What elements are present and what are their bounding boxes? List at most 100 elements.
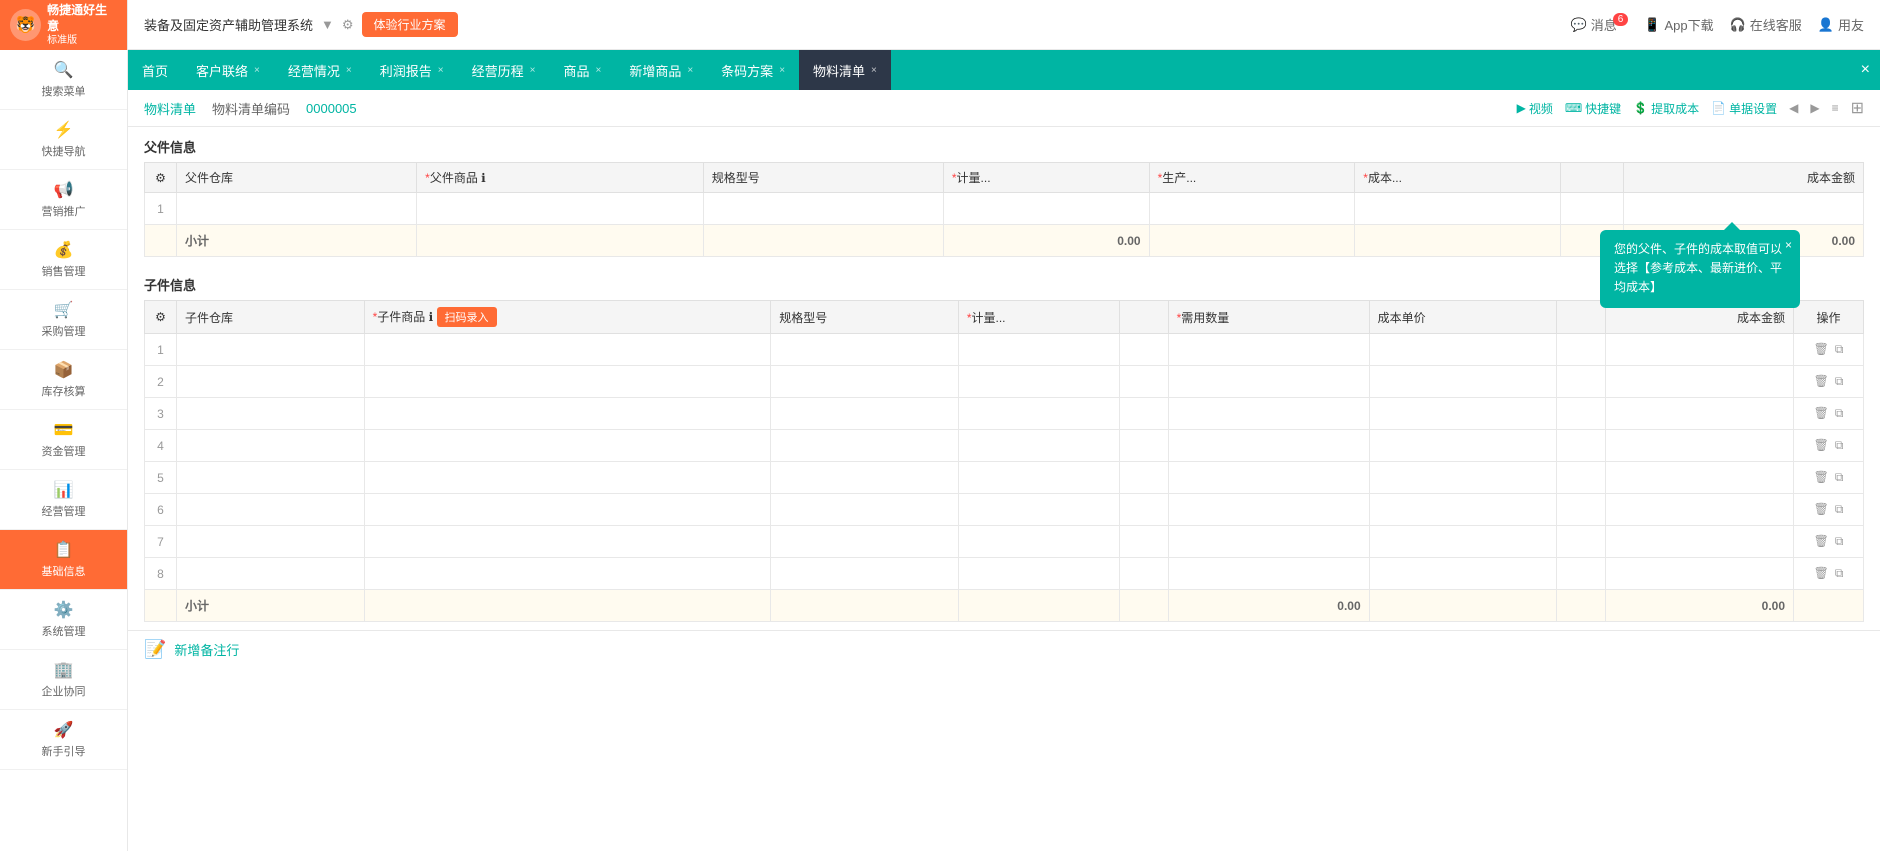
user-group[interactable]: 👤 用友 [1818, 15, 1864, 34]
child-th-gear[interactable]: ⚙ [145, 301, 177, 334]
child-cell-needed-4[interactable] [1168, 430, 1369, 462]
child-cell-cost-amount-2[interactable] [1606, 366, 1794, 398]
child-cell-unit-cost-4[interactable] [1369, 430, 1557, 462]
child-cell-unit-cost-6[interactable] [1369, 494, 1557, 526]
delete-icon-4[interactable]: 🗑 [1814, 438, 1829, 453]
copy-icon-4[interactable]: ⧉ [1835, 438, 1844, 453]
child-cell-warehouse-3[interactable] [177, 398, 365, 430]
child-cell-qty-7[interactable] [958, 526, 1119, 558]
child-cell-unit-cost-3[interactable] [1369, 398, 1557, 430]
child-cell-warehouse-6[interactable] [177, 494, 365, 526]
add-note-label[interactable]: 新增备注行 [174, 640, 239, 659]
dropdown-arrow[interactable]: ▼ [321, 17, 334, 32]
sidebar-item-finance[interactable]: 💳 资金管理 [0, 410, 127, 470]
sidebar-item-guide[interactable]: 🚀 新手引导 [0, 710, 127, 770]
child-cell-product-4[interactable] [364, 430, 771, 462]
child-cell-cost-amount-3[interactable] [1606, 398, 1794, 430]
trial-button[interactable]: 体验行业方案 [362, 12, 458, 37]
child-cell-product-3[interactable] [364, 398, 771, 430]
delete-icon-2[interactable]: 🗑 [1814, 374, 1829, 389]
delete-icon-7[interactable]: 🗑 [1814, 534, 1829, 549]
sidebar-item-inventory[interactable]: 📦 库存核算 [0, 350, 127, 410]
child-cell-warehouse-2[interactable] [177, 366, 365, 398]
child-cell-product-8[interactable] [364, 558, 771, 590]
nav-prev[interactable]: ◀ [1789, 101, 1798, 115]
tooltip-close[interactable]: × [1785, 236, 1792, 255]
tab-profit[interactable]: 利润报告 × [366, 50, 458, 90]
child-cell-qty-3[interactable] [958, 398, 1119, 430]
child-cell-needed-5[interactable] [1168, 462, 1369, 494]
child-cell-spec-8[interactable] [771, 558, 959, 590]
child-cell-spec-1[interactable] [771, 334, 959, 366]
tab-goods-close[interactable]: × [595, 65, 601, 76]
child-cell-qty-4[interactable] [958, 430, 1119, 462]
app-download-group[interactable]: 📱 App下载 [1644, 15, 1713, 34]
online-service-group[interactable]: 🎧 在线客服 [1730, 15, 1802, 34]
child-cell-spec-3[interactable] [771, 398, 959, 430]
delete-icon-6[interactable]: 🗑 [1814, 502, 1829, 517]
child-cell-needed-8[interactable] [1168, 558, 1369, 590]
copy-icon-8[interactable]: ⧉ [1835, 566, 1844, 581]
child-cell-unit-cost-7[interactable] [1369, 526, 1557, 558]
tab-operations[interactable]: 经营情况 × [274, 50, 366, 90]
tab-customer-close[interactable]: × [254, 65, 260, 76]
copy-icon-5[interactable]: ⧉ [1835, 470, 1844, 485]
child-cell-cost-amount-5[interactable] [1606, 462, 1794, 494]
toolbar-cost[interactable]: 💲 提取成本 [1633, 100, 1699, 117]
child-cell-unit-cost-5[interactable] [1369, 462, 1557, 494]
copy-icon-6[interactable]: ⧉ [1835, 502, 1844, 517]
delete-icon-1[interactable]: 🗑 [1814, 342, 1829, 357]
child-cell-needed-6[interactable] [1168, 494, 1369, 526]
tab-new-goods-close[interactable]: × [687, 65, 693, 76]
copy-icon-2[interactable]: ⧉ [1835, 374, 1844, 389]
parent-cell-qty[interactable] [943, 193, 1149, 225]
copy-icon-1[interactable]: ⧉ [1835, 342, 1844, 357]
gear-icon[interactable]: ⚙ [342, 17, 354, 33]
tab-profit-close[interactable]: × [438, 65, 444, 76]
child-cell-needed-3[interactable] [1168, 398, 1369, 430]
message-group[interactable]: 💬 消息 6 [1571, 15, 1629, 34]
child-cell-product-1[interactable] [364, 334, 771, 366]
parent-th-gear[interactable]: ⚙ [145, 163, 177, 193]
sidebar-item-search[interactable]: 🔍 搜索菜单 [0, 50, 127, 110]
child-cell-product-5[interactable] [364, 462, 771, 494]
sidebar-item-system[interactable]: ⚙️ 系统管理 [0, 590, 127, 650]
child-cell-needed-2[interactable] [1168, 366, 1369, 398]
child-cell-qty-8[interactable] [958, 558, 1119, 590]
child-cell-warehouse-1[interactable] [177, 334, 365, 366]
tab-history[interactable]: 经营历程 × [458, 50, 550, 90]
scan-button[interactable]: 扫码录入 [437, 307, 497, 327]
parent-cell-prod[interactable] [1149, 193, 1355, 225]
child-cell-spec-6[interactable] [771, 494, 959, 526]
sidebar-item-basic[interactable]: 📋 基础信息 [0, 530, 127, 590]
child-cell-needed-1[interactable] [1168, 334, 1369, 366]
child-cell-qty-6[interactable] [958, 494, 1119, 526]
child-cell-cost-amount-7[interactable] [1606, 526, 1794, 558]
child-cell-warehouse-4[interactable] [177, 430, 365, 462]
sidebar-item-marketing[interactable]: 📢 营销推广 [0, 170, 127, 230]
child-cell-warehouse-7[interactable] [177, 526, 365, 558]
parent-cell-warehouse[interactable] [177, 193, 417, 225]
tab-history-close[interactable]: × [530, 65, 536, 76]
child-cell-qty-1[interactable] [958, 334, 1119, 366]
parent-cell-product[interactable] [417, 193, 704, 225]
child-cell-qty-2[interactable] [958, 366, 1119, 398]
toolbar-shortcut[interactable]: ⌨ 快捷键 [1565, 100, 1621, 117]
delete-icon-3[interactable]: 🗑 [1814, 406, 1829, 421]
tab-goods[interactable]: 商品 × [549, 50, 615, 90]
tab-home[interactable]: 首页 [128, 50, 182, 90]
child-cell-spec-7[interactable] [771, 526, 959, 558]
tab-barcode[interactable]: 条码方案 × [707, 50, 799, 90]
child-cell-product-6[interactable] [364, 494, 771, 526]
child-cell-spec-5[interactable] [771, 462, 959, 494]
sidebar-item-operations[interactable]: 📊 经营管理 [0, 470, 127, 530]
sidebar-item-quicknav[interactable]: ⚡ 快捷导航 [0, 110, 127, 170]
tab-new-goods[interactable]: 新增商品 × [615, 50, 707, 90]
child-cell-unit-cost-1[interactable] [1369, 334, 1557, 366]
delete-icon-5[interactable]: 🗑 [1814, 470, 1829, 485]
nav-next[interactable]: ▶ [1810, 101, 1819, 115]
toolbar-settings[interactable]: 📄 单据设置 [1711, 100, 1777, 117]
child-cell-warehouse-8[interactable] [177, 558, 365, 590]
copy-icon-7[interactable]: ⧉ [1835, 534, 1844, 549]
sidebar-item-sales[interactable]: 💰 销售管理 [0, 230, 127, 290]
